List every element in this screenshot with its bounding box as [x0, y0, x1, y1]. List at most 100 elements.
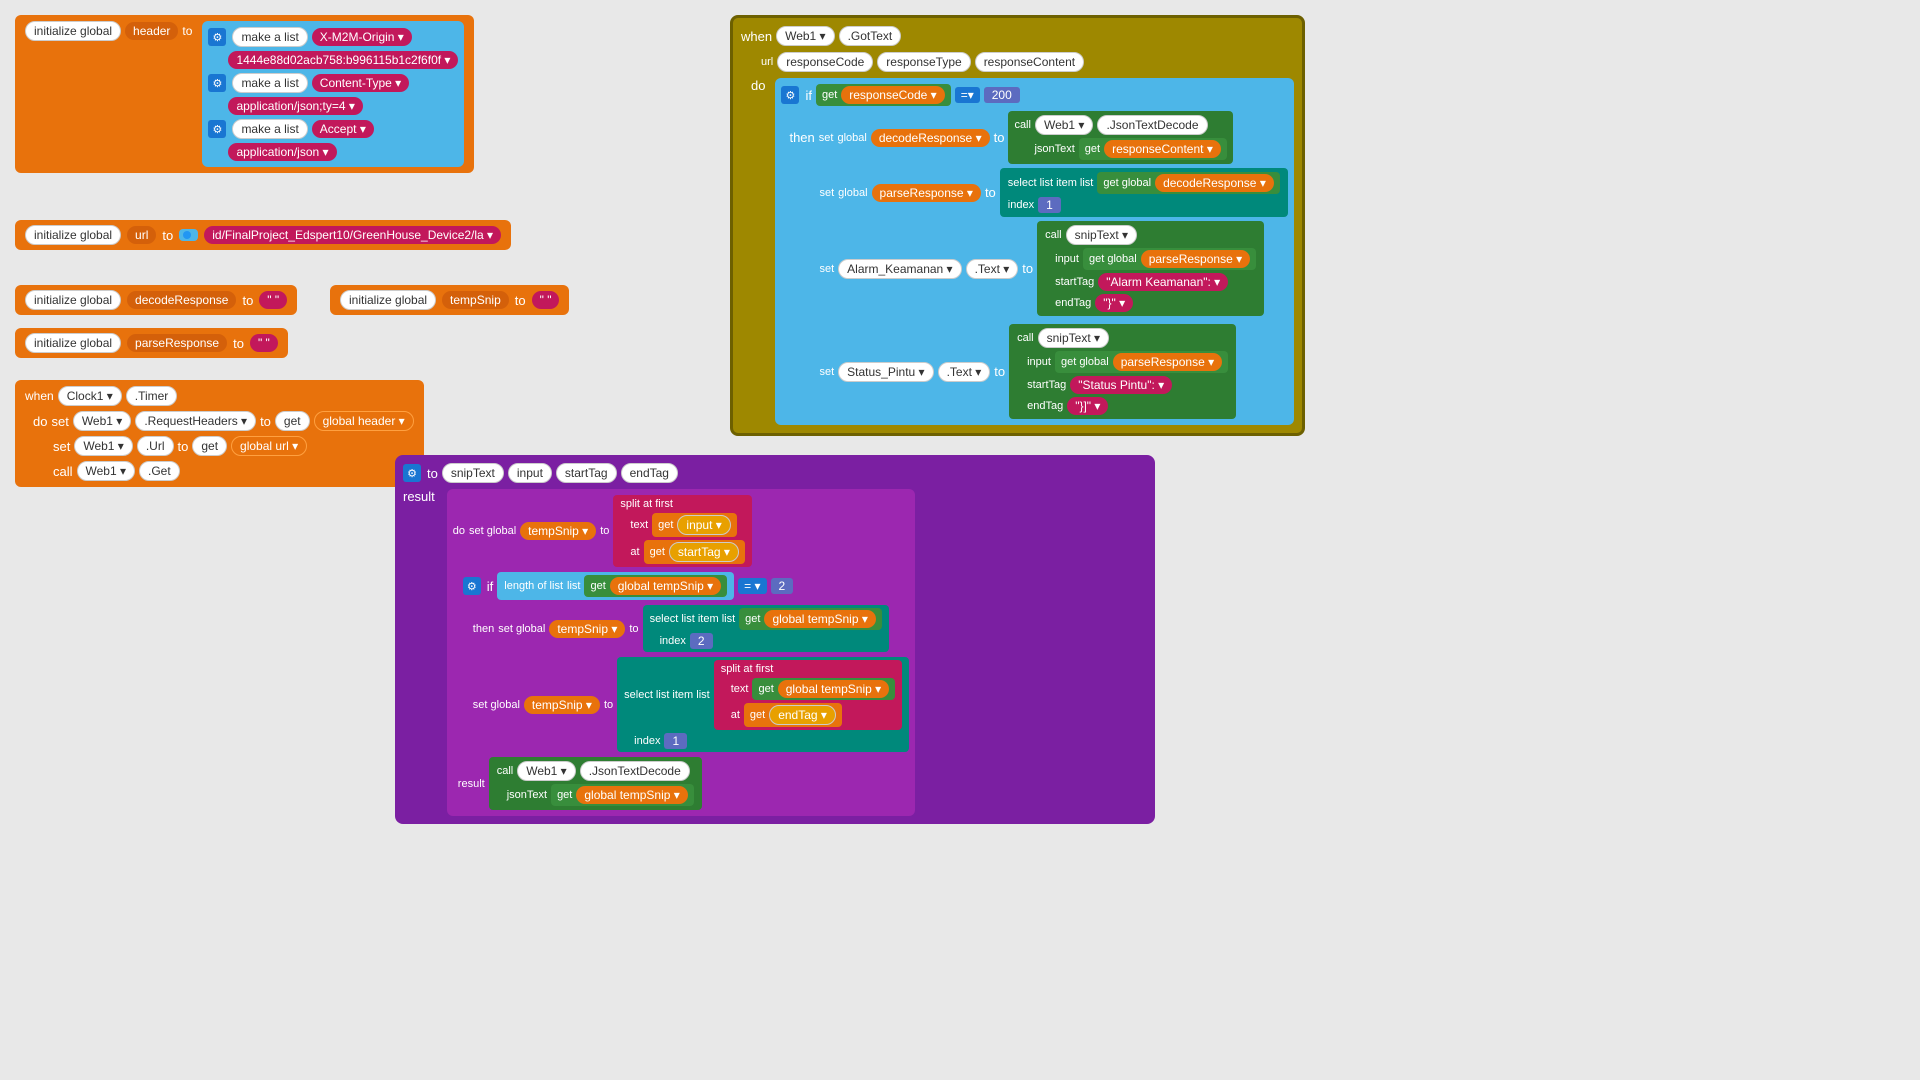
- if-container: ⚙ if get responseCode ▾ =▾ 200: [775, 78, 1293, 425]
- set-alarm-block: set Alarm_Keamanan ▾ .Text ▾ to call sni…: [819, 221, 1287, 316]
- starttag-ak-row: startTag "Alarm Keamanan": ▾: [1055, 273, 1256, 291]
- set-label-sp: set: [819, 366, 834, 378]
- item-accept: Accept ▾: [312, 120, 374, 138]
- web1-final-pill[interactable]: Web1 ▾: [517, 761, 576, 781]
- gear-icon-1[interactable]: ⚙: [208, 28, 226, 46]
- set-label-ak: set: [819, 263, 834, 275]
- decoderesponse-var[interactable]: decodeResponse ▾: [871, 129, 990, 147]
- parse-value: " ": [250, 334, 278, 352]
- at-label-1: at: [630, 546, 639, 558]
- result-jtd-row: result call Web1 ▾ .JsonTextDecode jsonT…: [458, 757, 909, 810]
- sniptext-func-container: ⚙ to snipText input startTag endTag resu…: [395, 455, 1155, 824]
- to-label-url: to: [162, 228, 173, 243]
- tempsnip-split-pill[interactable]: global tempSnip ▾: [778, 680, 889, 698]
- result-do-row: result do set global tempSnip ▾ to split…: [403, 489, 1147, 816]
- gear-icon-if[interactable]: ⚙: [781, 86, 799, 104]
- tempsnip-len-pill[interactable]: global tempSnip ▾: [610, 577, 721, 595]
- gear-icon-3[interactable]: ⚙: [208, 120, 226, 138]
- init-global-tempsnip-label: initialize global: [340, 290, 436, 310]
- get-label-rc2: get: [1085, 143, 1100, 155]
- length-of-list-block: length of list list get global tempSnip …: [497, 572, 734, 600]
- set-status-block: set Status_Pintu ▾ .Text ▾ to call snipT…: [819, 324, 1287, 419]
- tempsnip-final-pill[interactable]: global tempSnip ▾: [576, 786, 687, 804]
- input-get-pill[interactable]: input ▾: [677, 515, 730, 535]
- web1-rh-pill[interactable]: Web1 ▾: [73, 411, 132, 431]
- result-do-block: do set global tempSnip ▾ to split at fir…: [447, 489, 915, 816]
- clock1-pill[interactable]: Clock1 ▾: [58, 386, 122, 406]
- get-input-block: get input ▾: [652, 513, 737, 537]
- at-label-2: at: [731, 709, 740, 721]
- call-snip-ak: call: [1045, 229, 1062, 241]
- select-row: select list item list get global decodeR…: [1008, 172, 1280, 194]
- url-value: id/FinalProject_Edspert10/GreenHouse_Dev…: [204, 226, 501, 244]
- get-tempsnip-final-block: get global tempSnip ▾: [551, 784, 694, 806]
- set-parse-row: set global parseResponse ▾ to select lis…: [819, 168, 1287, 217]
- at-starttag-row: at get startTag ▾: [630, 540, 745, 564]
- parse-var: parseResponse: [127, 334, 227, 352]
- get-label-tslen: get: [590, 580, 605, 592]
- endtag-label-ak: endTag: [1055, 297, 1091, 309]
- tempsnip-set-pill-3[interactable]: tempSnip ▾: [524, 696, 600, 714]
- status-pintu-pill[interactable]: Status_Pintu ▾: [838, 362, 933, 382]
- tempsnip-set-pill[interactable]: tempSnip ▾: [520, 522, 596, 540]
- set-ts-split-row: set global tempSnip ▾ to select list ite…: [473, 657, 909, 752]
- parseresponse-ak-pill[interactable]: parseResponse ▾: [1141, 250, 1250, 268]
- starttag-get-pill[interactable]: startTag ▾: [669, 542, 739, 562]
- sniptext-sp-pill[interactable]: snipText ▾: [1038, 328, 1109, 348]
- endtag-sp-row: endTag "}]" ▾: [1027, 397, 1228, 415]
- get-label-et: get: [750, 709, 765, 721]
- set-label-ts3: set global: [473, 699, 520, 711]
- sniptext-ak-pill[interactable]: snipText ▾: [1066, 225, 1137, 245]
- gear-icon-2[interactable]: ⚙: [208, 74, 226, 92]
- item-token: 1444e88d02acb758:b996115b1c2f6f0f ▾: [228, 51, 458, 69]
- gear-icon-if2[interactable]: ⚙: [463, 577, 481, 595]
- web1-jtd-pill[interactable]: Web1 ▾: [1035, 115, 1094, 135]
- alarm-keamanan-pill[interactable]: Alarm_Keamanan ▾: [838, 259, 961, 279]
- call-jtd-row: call Web1 ▾ .JsonTextDecode: [1014, 115, 1226, 135]
- global-header-pill[interactable]: global header ▾: [314, 411, 414, 431]
- web1-url-pill[interactable]: Web1 ▾: [74, 436, 133, 456]
- parseresponse-sp-pill[interactable]: parseResponse ▾: [1113, 353, 1222, 371]
- requestheaders-pill[interactable]: .RequestHeaders ▾: [135, 411, 256, 431]
- parseresponse-var[interactable]: parseResponse ▾: [872, 184, 981, 202]
- set-requestheaders-row: set Web1 ▾ .RequestHeaders ▾ to get glob…: [51, 411, 413, 431]
- get-tempsnip-len-block: get global tempSnip ▾: [584, 575, 727, 597]
- endtag-get-pill[interactable]: endTag ▾: [769, 705, 836, 725]
- tempsnip-set-pill-2[interactable]: tempSnip ▾: [549, 620, 625, 638]
- get-responsecontent-block: get responseContent ▾: [1079, 138, 1227, 160]
- when-label-got: when: [741, 29, 772, 44]
- tempsnip-var: tempSnip: [442, 291, 509, 309]
- responsecontent-var[interactable]: responseContent ▾: [1104, 140, 1221, 158]
- tempsnip-sel-pill[interactable]: global tempSnip ▾: [764, 610, 875, 628]
- get-label-tssel: get: [745, 613, 760, 625]
- to-label-parse: to: [233, 336, 244, 351]
- text-prop-sp[interactable]: .Text ▾: [938, 362, 991, 382]
- get-label-input: get: [658, 519, 673, 531]
- to-pr: to: [985, 185, 996, 200]
- alarm-end-tag: "}" ▾: [1095, 294, 1133, 312]
- set-label-pr: set: [819, 187, 834, 199]
- text-input-row: text get input ▾: [630, 513, 745, 537]
- web1-got-pill[interactable]: Web1 ▾: [776, 26, 835, 46]
- responsecode-var-pill[interactable]: responseCode ▾: [841, 86, 944, 104]
- gear-icon-snip[interactable]: ⚙: [403, 464, 421, 482]
- get-parse-sp-label: get global: [1061, 356, 1109, 368]
- jsontextdecode-final-pill: .JsonTextDecode: [580, 761, 690, 781]
- call-get-row: call Web1 ▾ .Get: [53, 461, 414, 481]
- web1-call-pill[interactable]: Web1 ▾: [77, 461, 136, 481]
- parse-init-block: initialize global parseResponse to " ": [15, 328, 288, 358]
- get-endtag-block: get endTag ▾: [744, 703, 842, 727]
- global-url-pill[interactable]: global url ▾: [231, 436, 307, 456]
- endtag-label-sp: endTag: [1027, 400, 1063, 412]
- split-at-first-1-header: split at first: [620, 498, 745, 510]
- snip-status-block: call snipText ▾ input get global parseRe…: [1009, 324, 1236, 419]
- make-list-3: ⚙ make a list Accept ▾: [208, 119, 458, 139]
- get-starttag-block: get startTag ▾: [644, 540, 745, 564]
- get-method-pill[interactable]: .Get: [139, 461, 180, 481]
- jsontextdecode-pill: .JsonTextDecode: [1097, 115, 1207, 135]
- url-prop-pill[interactable]: .Url: [137, 436, 174, 456]
- get-label-url: get: [192, 436, 227, 456]
- if-label: if: [805, 88, 812, 103]
- decoderesponse-pill-2[interactable]: decodeResponse ▾: [1155, 174, 1274, 192]
- text-prop-ak[interactable]: .Text ▾: [966, 259, 1019, 279]
